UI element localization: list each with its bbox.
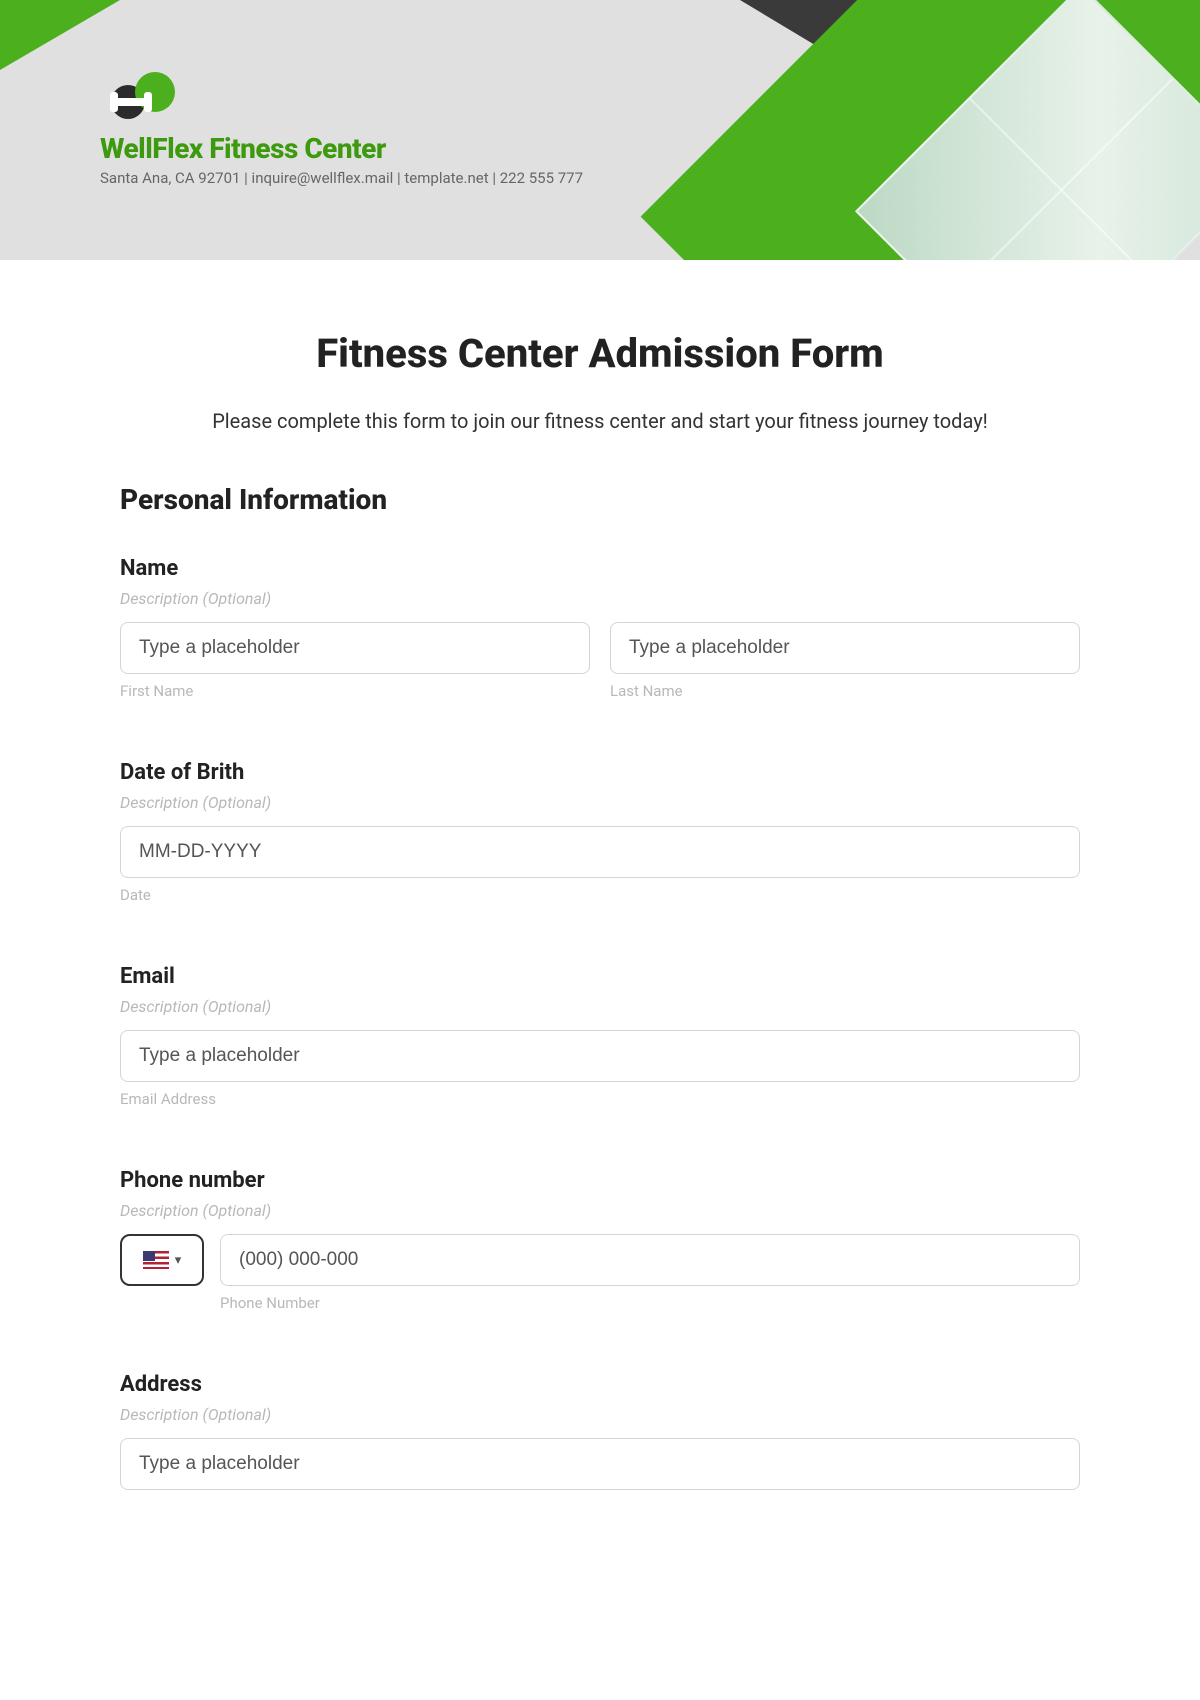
logo-icon: [100, 70, 583, 122]
desc-name: Description (Optional): [120, 589, 1080, 608]
label-dob: Date of Brith: [120, 760, 1080, 785]
sublabel-phone: Phone Number: [220, 1294, 1080, 1312]
section-personal-info: Personal Information: [120, 483, 1080, 516]
header-banner: WellFlex Fitness Center Santa Ana, CA 92…: [0, 0, 1200, 260]
field-dob: Date of Brith Description (Optional) Dat…: [120, 760, 1080, 904]
brand-block: WellFlex Fitness Center Santa Ana, CA 92…: [100, 70, 583, 187]
brand-name: WellFlex Fitness Center: [100, 132, 583, 165]
desc-phone: Description (Optional): [120, 1201, 1080, 1220]
sublabel-email: Email Address: [120, 1090, 1080, 1108]
address-input[interactable]: [120, 1438, 1080, 1490]
last-name-input[interactable]: [610, 622, 1080, 674]
desc-address: Description (Optional): [120, 1405, 1080, 1424]
label-address: Address: [120, 1372, 1080, 1397]
form-title: Fitness Center Admission Form: [120, 330, 1080, 377]
label-email: Email: [120, 964, 1080, 989]
sublabel-last-name: Last Name: [610, 682, 1080, 700]
chevron-down-icon: ▾: [175, 1253, 182, 1268]
label-name: Name: [120, 556, 1080, 581]
field-email: Email Description (Optional) Email Addre…: [120, 964, 1080, 1108]
label-phone: Phone number: [120, 1168, 1080, 1193]
country-code-select[interactable]: ▾: [120, 1234, 204, 1286]
decor-triangle-left: [0, 0, 120, 70]
field-phone: Phone number Description (Optional) ▾ Ph…: [120, 1168, 1080, 1312]
desc-dob: Description (Optional): [120, 793, 1080, 812]
us-flag-icon: [143, 1251, 169, 1269]
sublabel-dob: Date: [120, 886, 1080, 904]
form-intro: Please complete this form to join our fi…: [120, 409, 1080, 433]
email-input[interactable]: [120, 1030, 1080, 1082]
sublabel-first-name: First Name: [120, 682, 590, 700]
field-name: Name Description (Optional) First Name L…: [120, 556, 1080, 700]
phone-input[interactable]: [220, 1234, 1080, 1286]
first-name-input[interactable]: [120, 622, 590, 674]
field-address: Address Description (Optional): [120, 1372, 1080, 1490]
brand-subline: Santa Ana, CA 92701 | inquire@wellflex.m…: [100, 169, 583, 187]
form-content: Fitness Center Admission Form Please com…: [0, 260, 1200, 1530]
desc-email: Description (Optional): [120, 997, 1080, 1016]
dob-input[interactable]: [120, 826, 1080, 878]
